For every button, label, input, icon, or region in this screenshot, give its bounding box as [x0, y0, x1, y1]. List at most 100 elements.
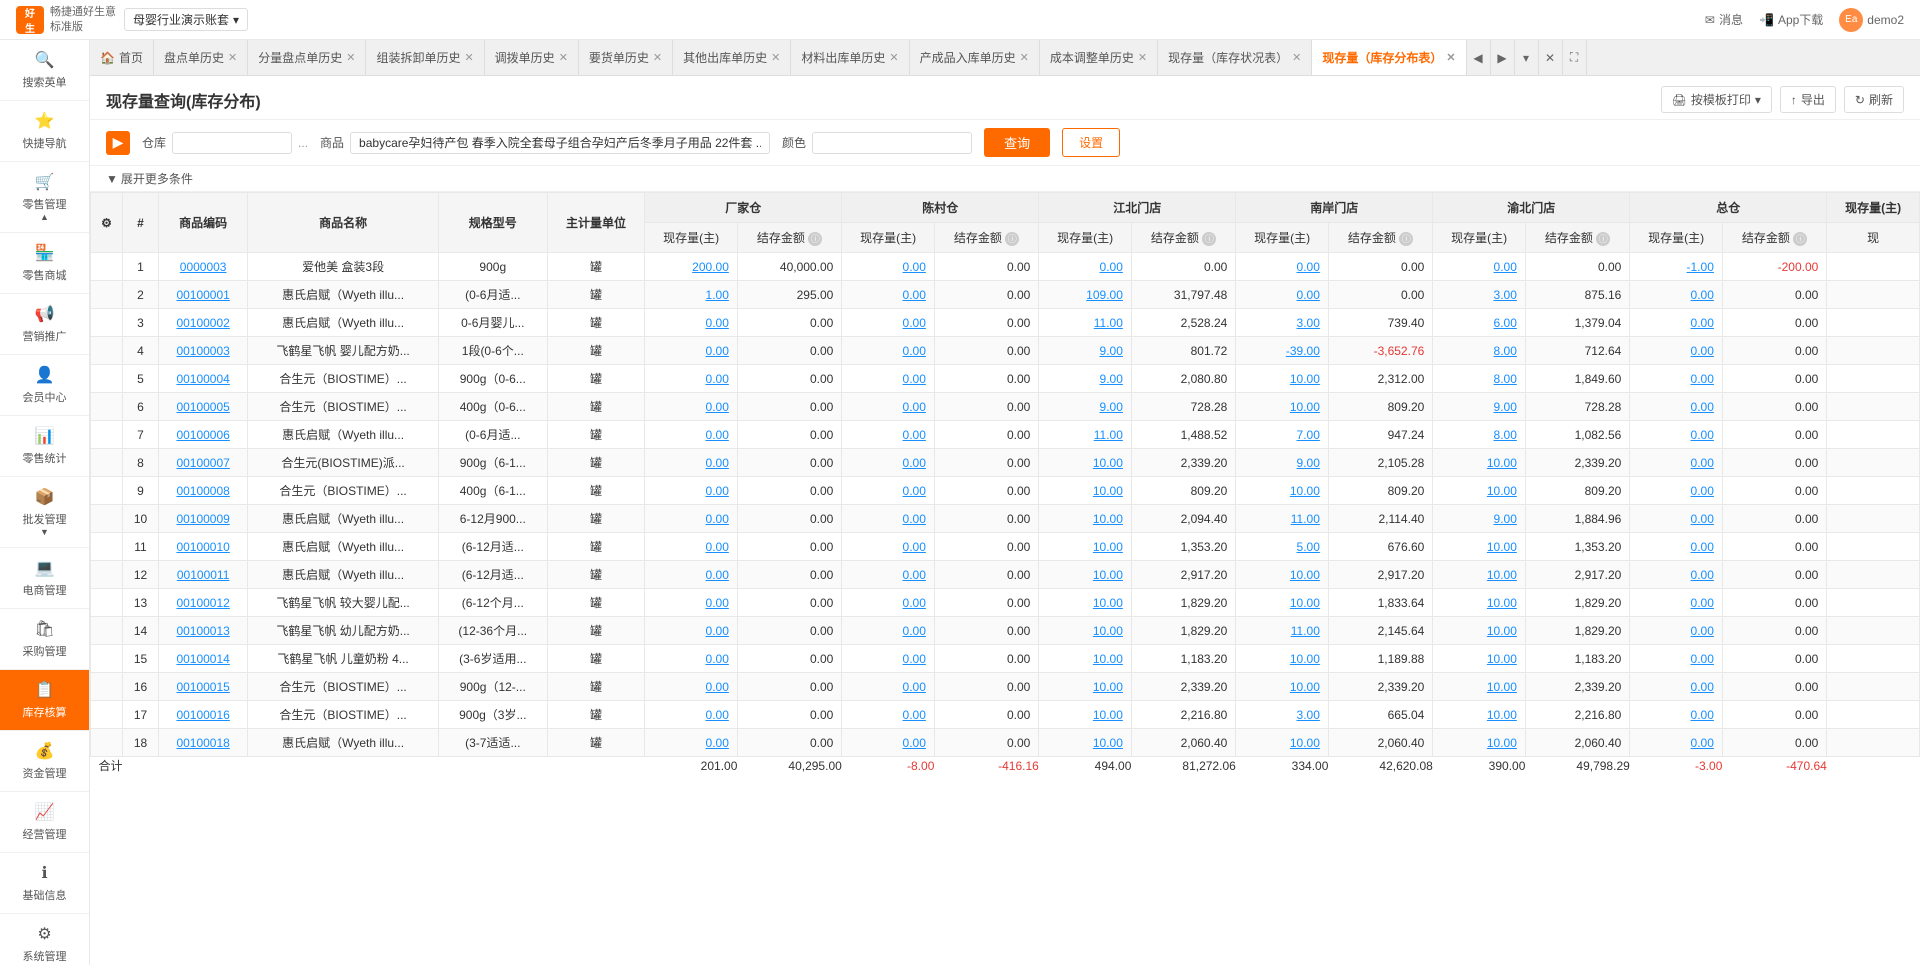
tab-inventory-check[interactable]: 盘点单历史 ✕ [154, 40, 248, 76]
tab-close-icon[interactable]: ✕ [771, 51, 780, 64]
print-button[interactable]: 🖨 按模板打印 ▾ [1661, 86, 1772, 113]
col-yb-stock-cell[interactable]: 8.00 [1433, 421, 1526, 449]
col-jb-stock-cell[interactable]: 10.00 [1039, 673, 1132, 701]
col-jb-stock-cell[interactable]: 10.00 [1039, 701, 1132, 729]
col-yb-stock-cell[interactable]: 6.00 [1433, 309, 1526, 337]
na-bal-info-icon[interactable]: ⓘ [1399, 232, 1413, 246]
col-yb-stock-cell[interactable]: 8.00 [1433, 337, 1526, 365]
col-t-stock-cell[interactable]: 0.00 [1630, 673, 1723, 701]
col-jb-stock-cell[interactable]: 0.00 [1039, 253, 1132, 281]
tab-transfer[interactable]: 调拨单历史 ✕ [485, 40, 579, 76]
tab-close-icon[interactable]: ✕ [346, 51, 355, 64]
col-na-stock-cell[interactable]: 10.00 [1236, 673, 1329, 701]
sidebar-item-member[interactable]: 👤 会员中心 [0, 355, 89, 416]
setting-button[interactable]: 设置 [1062, 128, 1120, 157]
col-na-stock-cell[interactable]: 3.00 [1236, 309, 1329, 337]
store-selector[interactable]: 母婴行业演示账套 ▾ [124, 8, 248, 31]
refresh-button[interactable]: ↻ 刷新 [1844, 86, 1904, 113]
col-na-stock-cell[interactable]: 11.00 [1236, 505, 1329, 533]
col-yb-stock-cell[interactable]: 10.00 [1433, 617, 1526, 645]
col-c-stock-cell[interactable]: 0.00 [842, 477, 935, 505]
tab-assembly[interactable]: 组装拆卸单历史 ✕ [366, 40, 484, 76]
col-yb-stock-cell[interactable]: 8.00 [1433, 365, 1526, 393]
sidebar-item-retail-mall[interactable]: 🏪 零售商城 [0, 233, 89, 294]
col-c-stock-cell[interactable]: 0.00 [842, 589, 935, 617]
sidebar-item-ecommerce[interactable]: 💻 电商管理 [0, 548, 89, 609]
col-c-stock-cell[interactable]: 0.00 [842, 617, 935, 645]
tab-home[interactable]: 🏠 首页 [90, 40, 154, 76]
col-na-stock-cell[interactable]: 0.00 [1236, 253, 1329, 281]
col-f-stock-cell[interactable]: 0.00 [645, 701, 738, 729]
col-c-stock-cell[interactable]: 0.00 [842, 505, 935, 533]
tab-purchase-order[interactable]: 要货单历史 ✕ [579, 40, 673, 76]
col-t-stock-cell[interactable]: 0.00 [1630, 365, 1723, 393]
col-yb-stock-cell[interactable]: 3.00 [1433, 281, 1526, 309]
tab-close-icon[interactable]: ✕ [1138, 51, 1147, 64]
col-jb-stock-cell[interactable]: 10.00 [1039, 477, 1132, 505]
col-jb-stock-cell[interactable]: 109.00 [1039, 281, 1132, 309]
f-bal-info-icon[interactable]: ⓘ [808, 232, 822, 246]
app-download-button[interactable]: 📲 App下载 [1759, 11, 1823, 28]
col-c-stock-cell[interactable]: 0.00 [842, 281, 935, 309]
col-na-stock-cell[interactable]: 7.00 [1236, 421, 1329, 449]
c-bal-info-icon[interactable]: ⓘ [1005, 232, 1019, 246]
sidebar-item-wholesale[interactable]: 📦 批发管理 ▼ [0, 477, 89, 548]
sidebar-item-finance[interactable]: 💰 资金管理 [0, 731, 89, 792]
sidebar-item-search-hero[interactable]: 🔍 搜索英单 [0, 40, 89, 101]
col-t-stock-cell[interactable]: 0.00 [1630, 505, 1723, 533]
sidebar-item-inventory[interactable]: 📋 库存核算 [0, 670, 89, 731]
col-code-cell[interactable]: 00100009 [159, 505, 248, 533]
col-yb-stock-cell[interactable]: 10.00 [1433, 645, 1526, 673]
goods-input[interactable] [350, 132, 770, 154]
col-code-cell[interactable]: 0000003 [159, 253, 248, 281]
sidebar-item-base-info[interactable]: ℹ 基础信息 [0, 853, 89, 914]
col-t-stock-cell[interactable]: 0.00 [1630, 701, 1723, 729]
col-code-cell[interactable]: 00100014 [159, 645, 248, 673]
col-yb-stock-cell[interactable]: 10.00 [1433, 729, 1526, 757]
col-na-stock-cell[interactable]: 10.00 [1236, 477, 1329, 505]
col-yb-stock-cell[interactable]: 10.00 [1433, 477, 1526, 505]
col-yb-stock-cell[interactable]: 10.00 [1433, 673, 1526, 701]
col-t-stock-cell[interactable]: 0.00 [1630, 645, 1723, 673]
tab-close-icon[interactable]: ✕ [559, 51, 568, 64]
col-code-cell[interactable]: 00100013 [159, 617, 248, 645]
col-t-stock-cell[interactable]: -1.00 [1630, 253, 1723, 281]
col-code-cell[interactable]: 00100002 [159, 309, 248, 337]
col-t-stock-cell[interactable]: 0.00 [1630, 309, 1723, 337]
tab-nav-next[interactable]: ▶ [1491, 40, 1515, 76]
col-c-stock-cell[interactable]: 0.00 [842, 533, 935, 561]
col-na-stock-cell[interactable]: 5.00 [1236, 533, 1329, 561]
col-na-stock-cell[interactable]: -39.00 [1236, 337, 1329, 365]
col-c-stock-cell[interactable]: 0.00 [842, 421, 935, 449]
col-t-stock-cell[interactable]: 0.00 [1630, 421, 1723, 449]
col-f-stock-cell[interactable]: 0.00 [645, 645, 738, 673]
col-f-stock-cell[interactable]: 1.00 [645, 281, 738, 309]
col-yb-stock-cell[interactable]: 10.00 [1433, 449, 1526, 477]
user-profile[interactable]: Ea demo2 [1839, 8, 1904, 32]
col-na-stock-cell[interactable]: 10.00 [1236, 729, 1329, 757]
col-c-stock-cell[interactable]: 0.00 [842, 561, 935, 589]
col-t-stock-cell[interactable]: 0.00 [1630, 617, 1723, 645]
col-yb-stock-cell[interactable]: 10.00 [1433, 533, 1526, 561]
col-f-stock-cell[interactable]: 200.00 [645, 253, 738, 281]
col-t-stock-cell[interactable]: 0.00 [1630, 561, 1723, 589]
col-c-stock-cell[interactable]: 0.00 [842, 449, 935, 477]
export-button[interactable]: ↑ 导出 [1780, 86, 1836, 113]
col-jb-stock-cell[interactable]: 10.00 [1039, 505, 1132, 533]
col-code-cell[interactable]: 00100018 [159, 729, 248, 757]
col-c-stock-cell[interactable]: 0.00 [842, 673, 935, 701]
col-na-stock-cell[interactable]: 0.00 [1236, 281, 1329, 309]
col-na-stock-cell[interactable]: 3.00 [1236, 701, 1329, 729]
col-yb-stock-cell[interactable]: 10.00 [1433, 701, 1526, 729]
col-code-cell[interactable]: 00100001 [159, 281, 248, 309]
col-c-stock-cell[interactable]: 0.00 [842, 393, 935, 421]
col-f-stock-cell[interactable]: 0.00 [645, 729, 738, 757]
col-na-stock-cell[interactable]: 10.00 [1236, 561, 1329, 589]
col-code-cell[interactable]: 00100006 [159, 421, 248, 449]
col-jb-stock-cell[interactable]: 10.00 [1039, 449, 1132, 477]
col-na-stock-cell[interactable]: 10.00 [1236, 589, 1329, 617]
col-jb-stock-cell[interactable]: 10.00 [1039, 533, 1132, 561]
col-f-stock-cell[interactable]: 0.00 [645, 309, 738, 337]
col-t-stock-cell[interactable]: 0.00 [1630, 477, 1723, 505]
col-f-stock-cell[interactable]: 0.00 [645, 477, 738, 505]
